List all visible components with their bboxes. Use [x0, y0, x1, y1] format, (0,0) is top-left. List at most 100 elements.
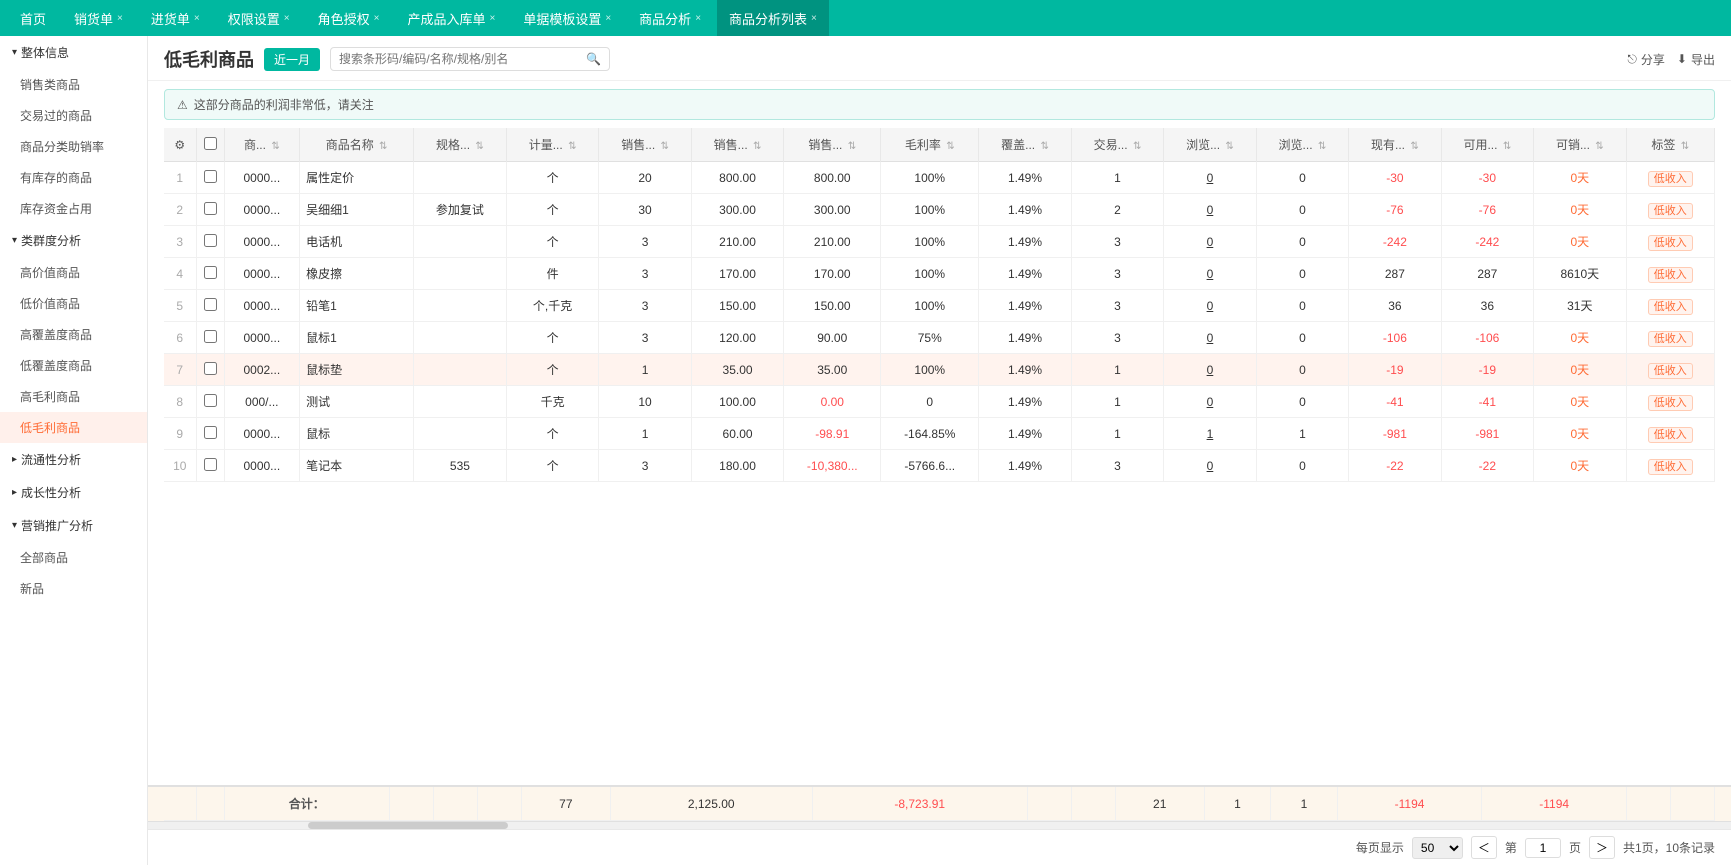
table-container[interactable]: ⚙ 商... ⇅ 商品名称 ⇅ 规格... ⇅ 计量... ⇅ 销售... ⇅ … [148, 128, 1731, 785]
nav-home[interactable]: 首页 [8, 0, 58, 36]
col-view1[interactable]: 浏览... ⇅ [1164, 128, 1256, 162]
nav-close-purchase[interactable]: × [194, 13, 200, 24]
sidebar-item-low-value[interactable]: 低价值商品 [0, 288, 147, 319]
nav-role-auth[interactable]: 角色授权 × [306, 0, 392, 36]
row-view1[interactable]: 0 [1164, 450, 1256, 482]
row-view1[interactable]: 0 [1164, 194, 1256, 226]
row-checkbox-cell[interactable] [196, 322, 224, 354]
nav-close-permission[interactable]: × [284, 13, 290, 24]
row-view1[interactable]: 0 [1164, 322, 1256, 354]
col-sales-qty[interactable]: 销售... ⇅ [599, 128, 691, 162]
row-view1[interactable]: 0 [1164, 290, 1256, 322]
row-checkbox[interactable] [204, 362, 217, 375]
col-checkbox[interactable] [196, 128, 224, 162]
row-checkbox[interactable] [204, 170, 217, 183]
col-code[interactable]: 商... ⇅ [224, 128, 300, 162]
search-box[interactable]: 🔍 [330, 47, 610, 71]
search-input[interactable] [339, 52, 580, 66]
row-view1[interactable]: 0 [1164, 162, 1256, 194]
row-checkbox[interactable] [204, 298, 217, 311]
row-checkbox-cell[interactable] [196, 450, 224, 482]
row-checkbox[interactable] [204, 458, 217, 471]
nav-purchase-order[interactable]: 进货单 × [139, 0, 212, 36]
row-view1[interactable]: 0 [1164, 258, 1256, 290]
row-checkbox-cell[interactable] [196, 418, 224, 450]
page-number-input[interactable] [1525, 838, 1561, 858]
sidebar-item-traded[interactable]: 交易过的商品 [0, 100, 147, 131]
row-checkbox[interactable] [204, 234, 217, 247]
row-checkbox-cell[interactable] [196, 354, 224, 386]
row-checkbox[interactable] [204, 394, 217, 407]
sidebar-item-capital[interactable]: 库存资金占用 [0, 193, 147, 224]
filter-period-button[interactable]: 近一月 [264, 48, 320, 71]
horizontal-scrollbar[interactable] [148, 821, 1731, 829]
row-view1[interactable]: 0 [1164, 226, 1256, 258]
next-page-button[interactable]: ＞ [1589, 836, 1615, 859]
nav-close-template[interactable]: × [605, 13, 611, 24]
row-checkbox[interactable] [204, 202, 217, 215]
table-row: 3 0000... 电话机 个 3 210.00 210.00 100% 1.4… [164, 226, 1715, 258]
col-settings[interactable]: ⚙ [164, 128, 196, 162]
nav-close-sales[interactable]: × [117, 13, 123, 24]
sidebar-item-category-rate[interactable]: 商品分类助销率 [0, 131, 147, 162]
col-spec[interactable]: 规格... ⇅ [413, 128, 506, 162]
col-coverage[interactable]: 覆盖... ⇅ [979, 128, 1071, 162]
row-view1[interactable]: 0 [1164, 354, 1256, 386]
nav-close-analysis-list[interactable]: × [811, 13, 817, 24]
row-checkbox[interactable] [204, 330, 217, 343]
sidebar-section-overall[interactable]: ▾ 整体信息 [0, 36, 147, 69]
search-icon[interactable]: 🔍 [586, 52, 601, 66]
col-view2[interactable]: 浏览... ⇅ [1256, 128, 1348, 162]
col-unit[interactable]: 计量... ⇅ [506, 128, 598, 162]
page-size-select[interactable]: 50 100 200 [1412, 837, 1463, 859]
sidebar-item-high-value[interactable]: 高价值商品 [0, 257, 147, 288]
col-trade-count[interactable]: 交易... ⇅ [1071, 128, 1163, 162]
col-available-stock[interactable]: 可用... ⇅ [1441, 128, 1533, 162]
share-button[interactable]: ⎋ 分享 [1627, 51, 1665, 68]
select-all-checkbox[interactable] [204, 137, 217, 150]
row-checkbox[interactable] [204, 266, 217, 279]
row-checkbox-cell[interactable] [196, 194, 224, 226]
row-checkbox-cell[interactable] [196, 386, 224, 418]
row-view1[interactable]: 1 [1164, 418, 1256, 450]
sidebar-item-low-coverage[interactable]: 低覆盖度商品 [0, 350, 147, 381]
sidebar-item-sales-category[interactable]: 销售类商品 [0, 69, 147, 100]
scrollbar-thumb[interactable] [308, 822, 508, 829]
nav-template-settings[interactable]: 单据模板设置 × [511, 0, 623, 36]
col-gross-rate[interactable]: 毛利率 ⇅ [881, 128, 979, 162]
row-checkbox-cell[interactable] [196, 226, 224, 258]
export-button[interactable]: ⬇ 导出 [1677, 51, 1715, 68]
col-tag[interactable]: 标签 ⇅ [1626, 128, 1714, 162]
sidebar-item-high-coverage[interactable]: 高覆盖度商品 [0, 319, 147, 350]
row-current-stock: -106 [1349, 322, 1441, 354]
row-checkbox-cell[interactable] [196, 258, 224, 290]
prev-page-button[interactable]: ＜ [1471, 836, 1497, 859]
row-checkbox-cell[interactable] [196, 162, 224, 194]
nav-close-product-entry[interactable]: × [489, 13, 495, 24]
nav-sales-order[interactable]: 销货单 × [62, 0, 135, 36]
col-saleable-stock[interactable]: 可销... ⇅ [1534, 128, 1626, 162]
sidebar-item-low-margin[interactable]: 低毛利商品 [0, 412, 147, 443]
nav-analysis-list[interactable]: 商品分析列表 × [717, 0, 829, 36]
row-view1[interactable]: 0 [1164, 386, 1256, 418]
col-sales-profit[interactable]: 销售... ⇅ [784, 128, 881, 162]
sidebar-item-in-stock[interactable]: 有库存的商品 [0, 162, 147, 193]
col-sales-amt[interactable]: 销售... ⇅ [691, 128, 783, 162]
nav-permission[interactable]: 权限设置 × [216, 0, 302, 36]
sidebar-item-new-products[interactable]: 新品 [0, 573, 147, 604]
row-sales-profit: 170.00 [784, 258, 881, 290]
sidebar-section-growth[interactable]: ▸ 成长性分析 [0, 476, 147, 509]
nav-close-role[interactable]: × [374, 13, 380, 24]
nav-product-analysis[interactable]: 商品分析 × [627, 0, 713, 36]
row-checkbox-cell[interactable] [196, 290, 224, 322]
row-checkbox[interactable] [204, 426, 217, 439]
sidebar-item-high-margin[interactable]: 高毛利商品 [0, 381, 147, 412]
sidebar-item-all-products[interactable]: 全部商品 [0, 542, 147, 573]
nav-close-analysis[interactable]: × [695, 13, 701, 24]
sidebar-section-cluster[interactable]: ▾ 类群度分析 [0, 224, 147, 257]
sidebar-section-liquidity[interactable]: ▸ 流通性分析 [0, 443, 147, 476]
sidebar-section-marketing[interactable]: ▾ 营销推广分析 [0, 509, 147, 542]
nav-product-entry[interactable]: 产成品入库单 × [395, 0, 507, 36]
col-current-stock[interactable]: 现有... ⇅ [1349, 128, 1441, 162]
col-name[interactable]: 商品名称 ⇅ [300, 128, 414, 162]
